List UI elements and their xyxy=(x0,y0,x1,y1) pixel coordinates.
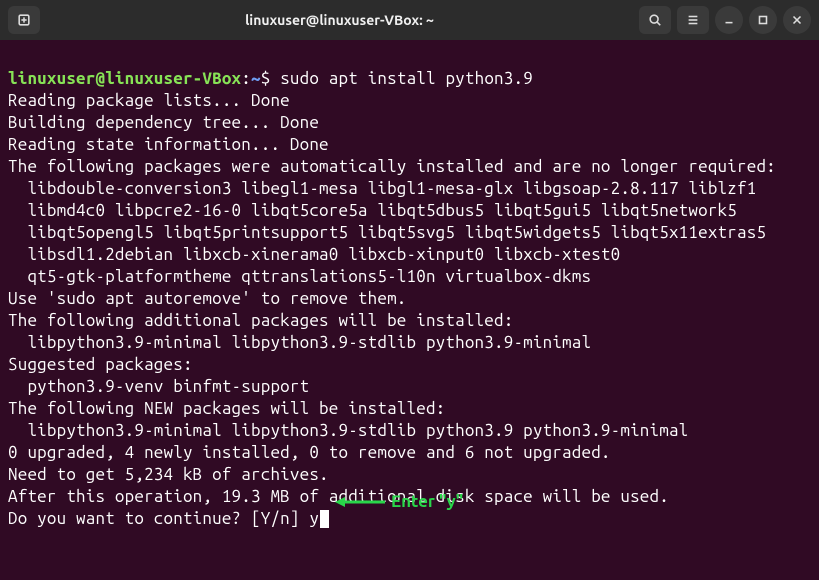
continue-prompt: Do you want to continue? [Y/n] xyxy=(8,509,309,528)
close-icon xyxy=(790,13,804,27)
maximize-icon xyxy=(756,13,770,27)
titlebar: linuxuser@linuxuser-VBox: ~ xyxy=(0,0,819,40)
search-icon xyxy=(648,13,662,27)
output-line: python3.9-venv binfmt-support xyxy=(8,377,309,396)
output-line: libpython3.9-minimal libpython3.9-stdlib… xyxy=(8,333,591,352)
new-tab-icon xyxy=(17,13,31,27)
output-line: Building dependency tree... Done xyxy=(8,113,319,132)
output-line: qt5-gtk-platformtheme qttranslations5-l1… xyxy=(8,267,591,286)
minimize-button[interactable] xyxy=(715,6,743,34)
output-line: libsdl1.2debian libxcb-xinerama0 libxcb-… xyxy=(8,245,620,264)
minimize-icon xyxy=(722,13,736,27)
output-line: Reading package lists... Done xyxy=(8,91,290,110)
hamburger-menu-button[interactable] xyxy=(677,6,709,34)
output-line: After this operation, 19.3 MB of additio… xyxy=(8,487,669,506)
titlebar-right xyxy=(639,6,811,34)
output-line: The following additional packages will b… xyxy=(8,311,513,330)
output-line: Suggested packages: xyxy=(8,355,193,374)
prompt-colon: : xyxy=(241,69,251,88)
output-line: libmd4c0 libpcre2-16-0 libqt5core5a libq… xyxy=(8,201,737,220)
command-text: sudo apt install python3.9 xyxy=(270,69,532,88)
cursor xyxy=(320,510,329,528)
output-line: libqt5opengl5 libqt5printsupport5 libqt5… xyxy=(8,223,766,242)
user-answer: y xyxy=(309,509,319,528)
new-tab-button[interactable] xyxy=(8,6,40,34)
terminal-area[interactable]: linuxuser@linuxuser-VBox:~$ sudo apt ins… xyxy=(0,40,819,536)
output-line: libdouble-conversion3 libegl1-mesa libgl… xyxy=(8,179,756,198)
titlebar-left xyxy=(8,6,40,34)
close-button[interactable] xyxy=(783,6,811,34)
output-line: libpython3.9-minimal libpython3.9-stdlib… xyxy=(8,421,688,440)
output-line: Use 'sudo apt autoremove' to remove them… xyxy=(8,289,407,308)
window-title: linuxuser@linuxuser-VBox: ~ xyxy=(46,9,633,31)
search-button[interactable] xyxy=(639,6,671,34)
maximize-button[interactable] xyxy=(749,6,777,34)
prompt-user-host: linuxuser@linuxuser-VBox xyxy=(8,69,241,88)
prompt-path: ~ xyxy=(251,69,261,88)
output-line: Reading state information... Done xyxy=(8,135,329,154)
hamburger-icon xyxy=(686,13,700,27)
output-line: The following packages were automaticall… xyxy=(8,157,776,176)
output-line: The following NEW packages will be insta… xyxy=(8,399,445,418)
output-line: Need to get 5,234 kB of archives. xyxy=(8,465,329,484)
output-line: 0 upgraded, 4 newly installed, 0 to remo… xyxy=(8,443,611,462)
